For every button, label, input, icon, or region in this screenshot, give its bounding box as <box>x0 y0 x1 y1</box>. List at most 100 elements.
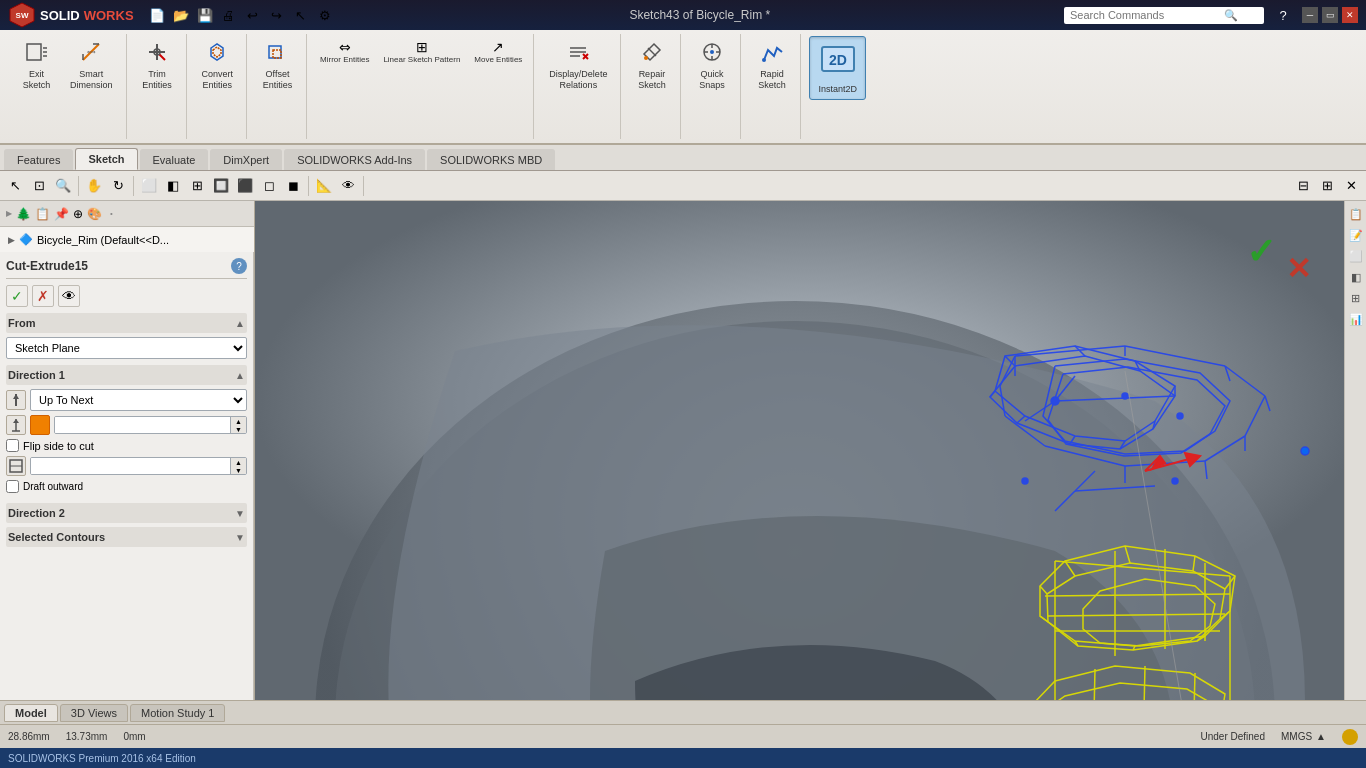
print-button[interactable]: 🖨 <box>218 4 240 26</box>
bottom-tab-3dviews[interactable]: 3D Views <box>60 704 128 722</box>
tree-icon-features[interactable]: 🌲 <box>16 207 31 221</box>
tree-icon-config[interactable]: 📌 <box>54 207 69 221</box>
viewport[interactable]: Y X Z ✓ ✕ 📋 📝 ⬜ ◧ ⊞ 📊 <box>255 201 1366 700</box>
select-button[interactable]: ↖ <box>290 4 312 26</box>
toolbar-zoom-fit[interactable]: ⊡ <box>28 175 50 197</box>
selected-contours-section-header[interactable]: Selected Contours ▼ <box>6 527 247 547</box>
title-bar: SW SOLIDWORKS 📄 📂 💾 🖨 ↩ ↪ ↖ ⚙ Sketch43 o… <box>0 0 1366 30</box>
reject-cross[interactable]: ✕ <box>1286 251 1311 286</box>
svg-marker-33 <box>13 394 19 399</box>
toolbar-display3[interactable]: ◻ <box>258 175 280 197</box>
toolbar-display2[interactable]: ⬛ <box>234 175 256 197</box>
tab-addins[interactable]: SOLIDWORKS Add-Ins <box>284 149 425 170</box>
toolbar-collapse[interactable]: ⊟ <box>1292 175 1314 197</box>
toolbar-select[interactable]: ↖ <box>4 175 26 197</box>
dir1-depth-icon[interactable] <box>6 415 26 435</box>
toolbar-view3[interactable]: ⊞ <box>186 175 208 197</box>
tree-icon-properties[interactable]: 📋 <box>35 207 50 221</box>
exit-sketch-button[interactable]: ExitSketch <box>14 36 59 95</box>
toolbar-display1[interactable]: 🔲 <box>210 175 232 197</box>
toolbar-view1[interactable]: ⬜ <box>138 175 160 197</box>
tab-evaluate[interactable]: Evaluate <box>140 149 209 170</box>
depth-down[interactable]: ▼ <box>230 425 246 433</box>
tab-mbd[interactable]: SOLIDWORKS MBD <box>427 149 555 170</box>
undo-button[interactable]: ↩ <box>242 4 264 26</box>
panel-header: Cut-Extrude15 ? <box>6 258 247 279</box>
instant2d-button[interactable]: 2D Instant2D <box>809 36 866 100</box>
draft-outward-checkbox[interactable] <box>6 480 19 493</box>
save-button[interactable]: 💾 <box>194 4 216 26</box>
repair-label: RepairSketch <box>638 69 666 91</box>
toolbar-zoom-area[interactable]: 🔍 <box>52 175 74 197</box>
offset-icon <box>266 40 290 67</box>
minimize-button[interactable]: ─ <box>1302 7 1318 23</box>
bottom-tab-model[interactable]: Model <box>4 704 58 722</box>
instant2d-group: 2D Instant2D <box>803 34 872 139</box>
toolbar-hide[interactable]: 👁 <box>337 175 359 197</box>
from-section-header[interactable]: From ▲ <box>6 313 247 333</box>
rp-icon-1[interactable]: 📋 <box>1347 205 1365 223</box>
tree-icon-add[interactable]: ⊕ <box>73 207 83 221</box>
depth-input[interactable] <box>55 417 230 433</box>
offset-entities-button[interactable]: OffsetEntities <box>255 36 300 95</box>
tab-sketch[interactable]: Sketch <box>75 148 137 170</box>
move-entities-button[interactable]: ↗ Move Entities <box>469 36 527 67</box>
restore-button[interactable]: ▭ <box>1322 7 1338 23</box>
selected-contours-label: Selected Contours <box>8 531 105 543</box>
search-input[interactable] <box>1070 9 1220 21</box>
mirror-entities-button[interactable]: ⇔ Mirror Entities <box>315 36 374 67</box>
bottom-tab-motion1[interactable]: Motion Study 1 <box>130 704 225 722</box>
close-button[interactable]: ✕ <box>1342 7 1358 23</box>
draft-input[interactable] <box>31 458 230 474</box>
convert-entities-button[interactable]: ConvertEntities <box>195 36 241 95</box>
svg-rect-2 <box>27 44 41 60</box>
flip-checkbox[interactable] <box>6 439 19 452</box>
rp-icon-3[interactable]: ⬜ <box>1347 247 1365 265</box>
toolbar-display4[interactable]: ◼ <box>282 175 304 197</box>
repair-sketch-button[interactable]: RepairSketch <box>629 36 674 95</box>
accept-check[interactable]: ✓ <box>1246 231 1276 273</box>
dir1-icon[interactable] <box>6 390 26 410</box>
ok-button[interactable]: ✓ <box>6 285 28 307</box>
status-warning[interactable] <box>1342 729 1358 745</box>
redo-button[interactable]: ↪ <box>266 4 288 26</box>
rp-icon-2[interactable]: 📝 <box>1347 226 1365 244</box>
rp-icon-6[interactable]: 📊 <box>1347 310 1365 328</box>
cancel-button[interactable]: ✗ <box>32 285 54 307</box>
preview-button[interactable]: 👁 <box>58 285 80 307</box>
draft-up[interactable]: ▲ <box>230 458 246 466</box>
tree-item-bicycle-rim[interactable]: ▶ 🔷 Bicycle_Rim (Default<<D... <box>4 231 250 248</box>
toolbar-view2[interactable]: ◧ <box>162 175 184 197</box>
toolbar-rotate[interactable]: ↻ <box>107 175 129 197</box>
draft-icon[interactable] <box>6 456 26 476</box>
tree-expand-arrow[interactable]: ▶ <box>6 209 12 218</box>
options-button[interactable]: ⚙ <box>314 4 336 26</box>
search-box[interactable]: 🔍 <box>1064 7 1264 24</box>
toolbar-expand[interactable]: ⊞ <box>1316 175 1338 197</box>
direction1-section-header[interactable]: Direction 1 ▲ <box>6 365 247 385</box>
sketch-tools-group: ExitSketch ⟺ SmartDimension <box>8 34 127 139</box>
tab-dimxpert[interactable]: DimXpert <box>210 149 282 170</box>
toolbar-section[interactable]: 📐 <box>313 175 335 197</box>
direction2-section-header[interactable]: Direction 2 ▼ <box>6 503 247 523</box>
depth-up[interactable]: ▲ <box>230 417 246 425</box>
tab-features[interactable]: Features <box>4 149 73 170</box>
rapid-sketch-button[interactable]: RapidSketch <box>749 36 794 95</box>
quick-snaps-button[interactable]: QuickSnaps <box>689 36 734 95</box>
question-button[interactable]: ? <box>1272 4 1294 26</box>
rp-icon-4[interactable]: ◧ <box>1347 268 1365 286</box>
toolbar-close[interactable]: ✕ <box>1340 175 1362 197</box>
trim-entities-button[interactable]: TrimEntities <box>135 36 180 95</box>
from-select[interactable]: Sketch Plane Surface/Face/Plane Vertex O… <box>6 337 247 359</box>
draft-down[interactable]: ▼ <box>230 466 246 474</box>
tree-icon-appearance[interactable]: 🎨 <box>87 207 102 221</box>
panel-help-button[interactable]: ? <box>231 258 247 274</box>
smart-dimension-button[interactable]: ⟺ SmartDimension <box>63 36 120 95</box>
open-button[interactable]: 📂 <box>170 4 192 26</box>
linear-sketch-button[interactable]: ⊞ Linear Sketch Pattern <box>378 36 465 67</box>
direction1-select[interactable]: Up To Next Blind Through All Mid Plane <box>30 389 247 411</box>
new-button[interactable]: 📄 <box>146 4 168 26</box>
rp-icon-5[interactable]: ⊞ <box>1347 289 1365 307</box>
toolbar-pan[interactable]: ✋ <box>83 175 105 197</box>
display-delete-button[interactable]: Display/DeleteRelations <box>542 36 614 95</box>
